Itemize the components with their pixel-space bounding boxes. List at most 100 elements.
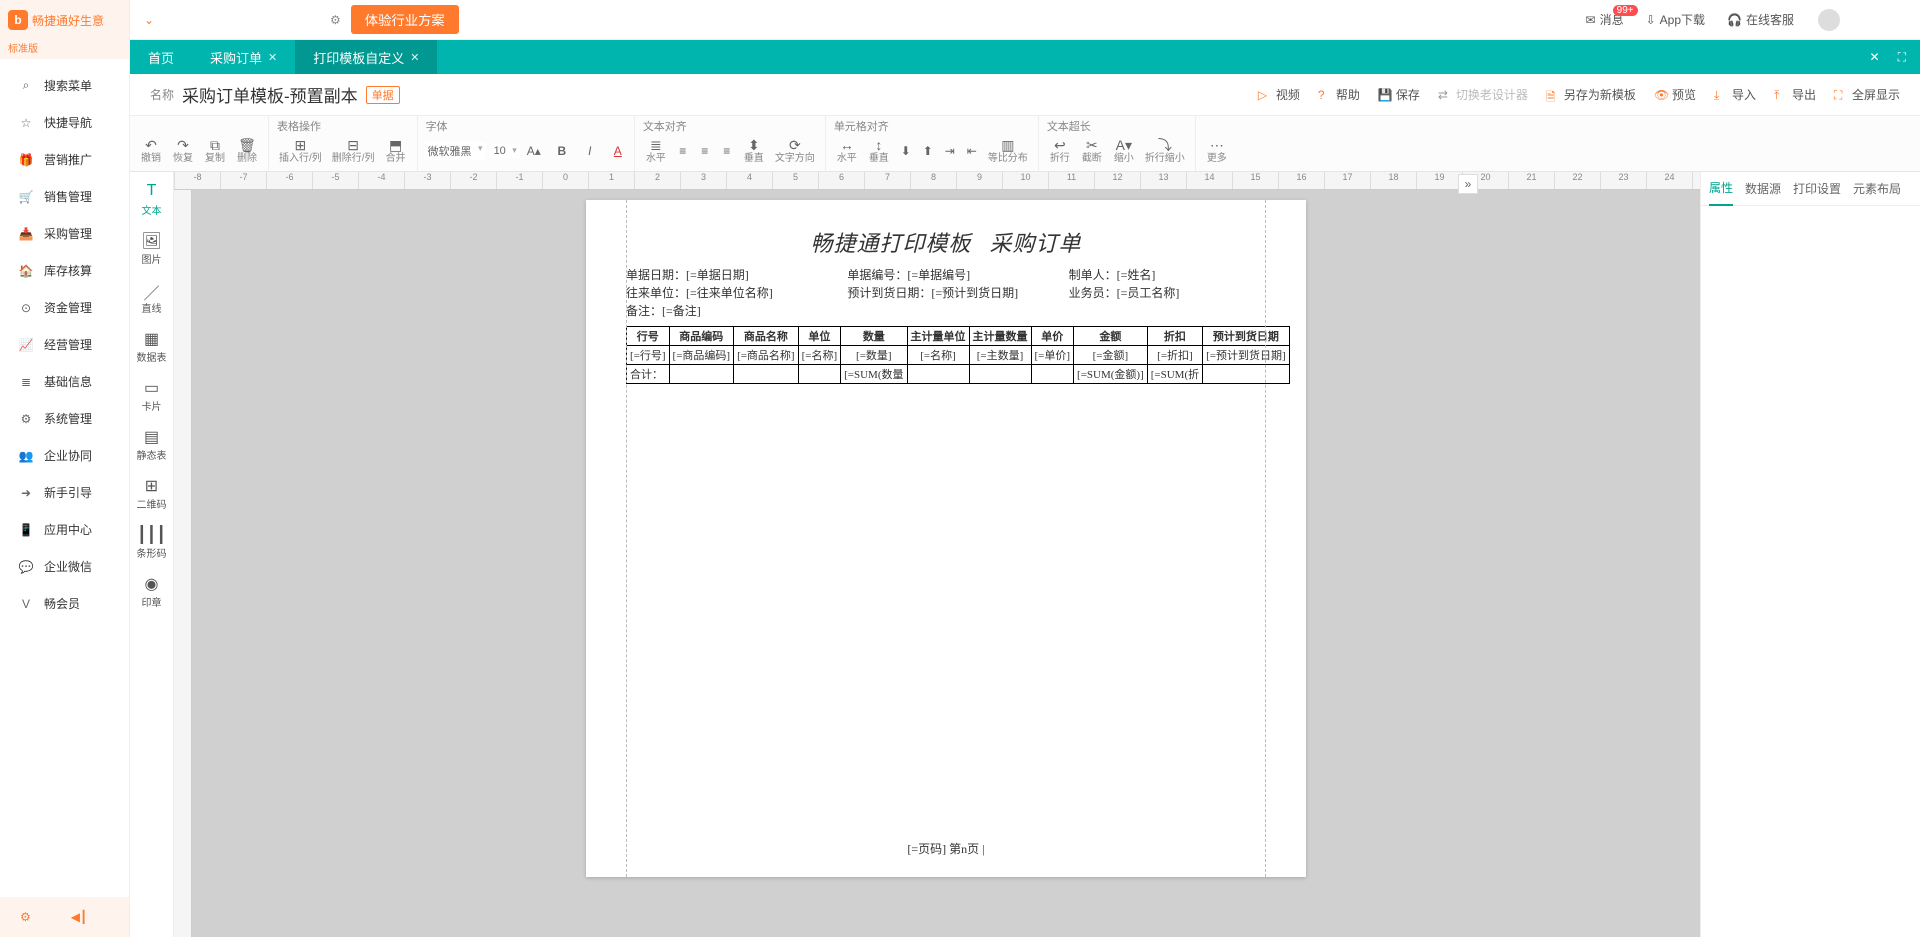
panel-tab-1[interactable]: 数据源 bbox=[1745, 172, 1781, 205]
tab-close-all-button[interactable]: ✕ bbox=[1862, 50, 1888, 64]
settings-icon[interactable]: ⚙ bbox=[20, 910, 31, 924]
nav-item-9[interactable]: ⚙系统管理 bbox=[0, 400, 129, 437]
nav-label: 畅会员 bbox=[44, 595, 80, 612]
fullscreen-button[interactable]: ⛶全屏显示 bbox=[1834, 86, 1900, 103]
tab-expand-button[interactable]: ⛶ bbox=[1890, 50, 1914, 65]
video-button[interactable]: ▷视频 bbox=[1258, 86, 1300, 103]
cell-align-button[interactable]: ⬇ bbox=[896, 144, 916, 158]
font-family-select[interactable]: 微软雅黑 bbox=[424, 142, 486, 160]
tool-删除行/列[interactable]: ⊟删除行/列 bbox=[328, 135, 379, 166]
nav-item-2[interactable]: 🎁营销推广 bbox=[0, 141, 129, 178]
canvas-scroll[interactable]: 畅捷通打印模板采购订单 单据日期：[=单据日期]单据编号：[=单据编号]制单人：… bbox=[192, 190, 1700, 937]
meta-field: 预计到货日期：[=预计到货日期] bbox=[847, 284, 1044, 302]
export-button[interactable]: ⤒导出 bbox=[1774, 86, 1816, 103]
tool-水平[interactable]: ↔水平 bbox=[832, 135, 862, 166]
messages-link[interactable]: ✉ 消息 99+ bbox=[1580, 11, 1630, 28]
nav-item-6[interactable]: ⊙资金管理 bbox=[0, 289, 129, 326]
align-button[interactable]: ≡ bbox=[673, 144, 693, 158]
trial-button[interactable]: 体验行业方案 bbox=[351, 5, 459, 34]
nav-item-3[interactable]: 🛒销售管理 bbox=[0, 178, 129, 215]
help-button[interactable]: ?帮助 bbox=[1318, 86, 1360, 103]
nav-item-12[interactable]: 📱应用中心 bbox=[0, 511, 129, 548]
palette-印章[interactable]: ◉印章 bbox=[132, 568, 172, 615]
palette-icon: ⊞ bbox=[145, 476, 158, 494]
nav-item-14[interactable]: V畅会员 bbox=[0, 585, 129, 622]
nav-item-8[interactable]: ≣基础信息 bbox=[0, 363, 129, 400]
nav-item-11[interactable]: ➜新手引导 bbox=[0, 474, 129, 511]
palette-数据表[interactable]: ▦数据表 bbox=[132, 323, 172, 370]
saveas-button[interactable]: 🗎另存为新模板 bbox=[1546, 86, 1636, 103]
palette-文本[interactable]: T文本 bbox=[132, 176, 172, 223]
import-button[interactable]: ⤓导入 bbox=[1714, 86, 1756, 103]
font-size-select[interactable]: 10 bbox=[490, 144, 520, 158]
collapse-icon[interactable]: ◀┃ bbox=[71, 910, 87, 924]
nav-list: ⌕搜索菜单☆快捷导航🎁营销推广🛒销售管理📥采购管理🏠库存核算⊙资金管理📈经营管理… bbox=[0, 59, 129, 897]
cell-align-button[interactable]: ⇤ bbox=[962, 144, 982, 158]
preview-button[interactable]: 👁预览 bbox=[1654, 86, 1696, 103]
tool-水平[interactable]: ≣水平 bbox=[641, 135, 671, 166]
tool-缩小[interactable]: A▾缩小 bbox=[1109, 135, 1139, 166]
nav-item-13[interactable]: 💬企业微信 bbox=[0, 548, 129, 585]
tool-合并[interactable]: ⬒合并 bbox=[381, 135, 411, 166]
tool-恢复[interactable]: ↷恢复 bbox=[168, 135, 198, 166]
close-icon[interactable]: ✕ bbox=[268, 51, 277, 64]
tool-垂直[interactable]: ↕垂直 bbox=[864, 135, 894, 166]
gear-icon[interactable]: ⚙ bbox=[330, 13, 341, 27]
download-link[interactable]: ⇩ App下载 bbox=[1640, 11, 1711, 28]
palette-静态表[interactable]: ▤静态表 bbox=[132, 421, 172, 468]
tool-插入行/列[interactable]: ⊞插入行/列 bbox=[275, 135, 326, 166]
font-grow-button[interactable]: A▴ bbox=[524, 144, 544, 158]
tool-删除[interactable]: 🗑删除 bbox=[232, 135, 262, 166]
panel-tab-2[interactable]: 打印设置 bbox=[1793, 172, 1841, 205]
palette-图片[interactable]: 🖼图片 bbox=[132, 225, 172, 272]
nav-item-4[interactable]: 📥采购管理 bbox=[0, 215, 129, 252]
switch-designer-button[interactable]: ⇄切换老设计器 bbox=[1438, 86, 1528, 103]
service-link[interactable]: 🎧 在线客服 bbox=[1721, 11, 1800, 28]
palette-条形码[interactable]: ┃┃┃条形码 bbox=[132, 519, 172, 566]
cell-align-button[interactable]: ⬆ bbox=[918, 144, 938, 158]
panel-tab-3[interactable]: 元素布局 bbox=[1853, 172, 1901, 205]
close-icon[interactable]: ✕ bbox=[410, 51, 419, 64]
name-label: 名称 bbox=[150, 86, 174, 103]
tool-折行缩小[interactable]: ⤵折行缩小 bbox=[1141, 135, 1189, 166]
tool-撤销[interactable]: ↶撤销 bbox=[136, 135, 166, 166]
palette-直线[interactable]: ／直线 bbox=[132, 274, 172, 321]
cell-align-button[interactable]: ⇥ bbox=[940, 144, 960, 158]
save-button[interactable]: 💾保存 bbox=[1378, 86, 1420, 103]
align-button[interactable]: ≡ bbox=[695, 144, 715, 158]
nav-item-1[interactable]: ☆快捷导航 bbox=[0, 104, 129, 141]
workspace-select[interactable]: ⌄ bbox=[140, 13, 320, 27]
tool-垂直[interactable]: ⬍垂直 bbox=[739, 135, 769, 166]
tool-截断[interactable]: ✂截断 bbox=[1077, 135, 1107, 166]
page[interactable]: 畅捷通打印模板采购订单 单据日期：[=单据日期]单据编号：[=单据编号]制单人：… bbox=[586, 200, 1306, 877]
nav-item-5[interactable]: 🏠库存核算 bbox=[0, 252, 129, 289]
nav-label: 应用中心 bbox=[44, 521, 92, 538]
tab-0[interactable]: 首页 bbox=[130, 40, 192, 74]
align-button[interactable]: ≡ bbox=[717, 144, 737, 158]
avatar[interactable] bbox=[1818, 9, 1840, 31]
nav-item-10[interactable]: 👥企业协同 bbox=[0, 437, 129, 474]
tool-复制[interactable]: ⧉复制 bbox=[200, 135, 230, 166]
palette-卡片[interactable]: ▭卡片 bbox=[132, 372, 172, 419]
panel-collapse-button[interactable]: » bbox=[1458, 174, 1478, 194]
palette-icon: ▦ bbox=[144, 329, 159, 347]
tool-icon: 🗑 bbox=[238, 137, 256, 153]
nav-item-0[interactable]: ⌕搜索菜单 bbox=[0, 67, 129, 104]
palette-icon: ◉ bbox=[145, 574, 159, 592]
more-button[interactable]: ⋯更多 bbox=[1202, 135, 1232, 166]
palette-二维码[interactable]: ⊞二维码 bbox=[132, 470, 172, 517]
doc-meta: 单据日期：[=单据日期]单据编号：[=单据编号]制单人：[=姓名]往来单位：[=… bbox=[626, 266, 1266, 320]
tab-2[interactable]: 打印模板自定义✕ bbox=[295, 40, 437, 74]
panel-tab-0[interactable]: 属性 bbox=[1709, 171, 1733, 206]
palette-icon: 🖼 bbox=[141, 231, 161, 249]
nav-item-7[interactable]: 📈经营管理 bbox=[0, 326, 129, 363]
tool-折行[interactable]: ↩折行 bbox=[1045, 135, 1075, 166]
tool-label: 复制 bbox=[205, 154, 225, 164]
bold-button[interactable]: B bbox=[552, 144, 572, 158]
italic-button[interactable]: I bbox=[580, 144, 600, 158]
tool-等比分布[interactable]: ▥等比分布 bbox=[984, 135, 1032, 166]
font-color-button[interactable]: A bbox=[608, 144, 628, 158]
tab-1[interactable]: 采购订单✕ bbox=[192, 40, 295, 74]
vertical-ruler bbox=[174, 190, 192, 937]
tool-文字方向[interactable]: ⟳文字方向 bbox=[771, 135, 819, 166]
